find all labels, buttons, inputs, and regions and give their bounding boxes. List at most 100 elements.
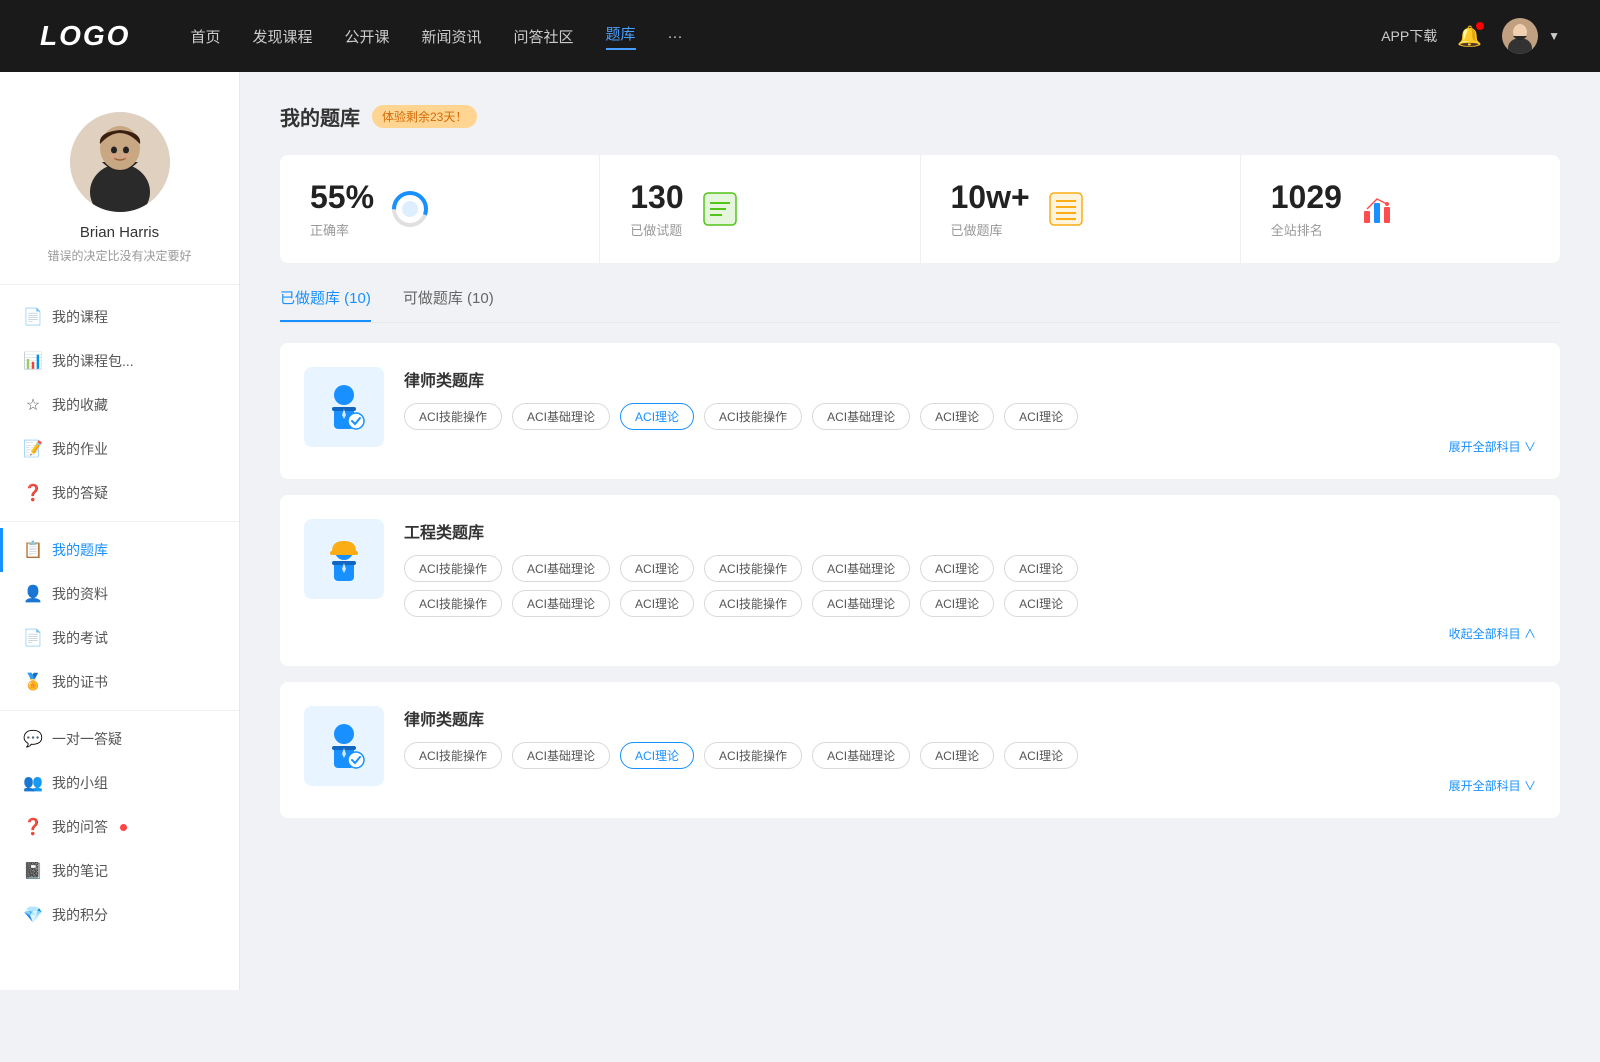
- nav-menu: 首页 发现课程 公开课 新闻资讯 问答社区 题库 ···: [190, 23, 1381, 50]
- accuracy-icon: [390, 189, 430, 229]
- bank-icon-engineer: [304, 519, 384, 599]
- points-icon: 💎: [24, 906, 42, 924]
- nav-home[interactable]: 首页: [190, 26, 220, 47]
- bank-card-lawyer-1: 律师类题库 ACI技能操作 ACI基础理论 ACI理论 ACI技能操作 ACI基…: [280, 343, 1560, 479]
- eng-tag-4[interactable]: ACI基础理论: [812, 555, 910, 582]
- bank-content-lawyer-2: 律师类题库 ACI技能操作 ACI基础理论 ACI理论 ACI技能操作 ACI基…: [404, 706, 1536, 794]
- bank-content-lawyer-1: 律师类题库 ACI技能操作 ACI基础理论 ACI理论 ACI技能操作 ACI基…: [404, 367, 1536, 455]
- eng2-tag-2[interactable]: ACI理论: [620, 590, 694, 617]
- profile-icon: 👤: [24, 585, 42, 603]
- sidebar-item-one-on-one[interactable]: 💬 一对一答疑: [0, 717, 239, 761]
- sidebar-item-profile[interactable]: 👤 我的资料: [0, 572, 239, 616]
- sidebar: Brian Harris 错误的决定比没有决定要好 📄 我的课程 📊 我的课程包…: [0, 72, 240, 990]
- l2-tag-2-active[interactable]: ACI理论: [620, 742, 694, 769]
- eng2-tag-4[interactable]: ACI基础理论: [812, 590, 910, 617]
- sidebar-item-notes[interactable]: 📓 我的笔记: [0, 849, 239, 893]
- sidebar-item-course-package[interactable]: 📊 我的课程包...: [0, 339, 239, 383]
- tags-row-engineer-1: ACI技能操作 ACI基础理论 ACI理论 ACI技能操作 ACI基础理论 AC…: [404, 555, 1536, 582]
- l2-tag-3[interactable]: ACI技能操作: [704, 742, 802, 769]
- tabs-row: 已做题库 (10) 可做题库 (10): [280, 287, 1560, 323]
- main-content: 我的题库 体验剩余23天！ 55% 正确率: [240, 72, 1600, 990]
- rank-value: 1029: [1271, 179, 1342, 216]
- l2-tag-0[interactable]: ACI技能操作: [404, 742, 502, 769]
- bank-icon-lawyer-1: [304, 367, 384, 447]
- stat-accuracy: 55% 正确率: [280, 155, 600, 263]
- tag-1[interactable]: ACI基础理论: [512, 403, 610, 430]
- eng-tag-2[interactable]: ACI理论: [620, 555, 694, 582]
- nav-news[interactable]: 新闻资讯: [422, 26, 482, 47]
- star-icon: ☆: [24, 396, 42, 414]
- nav-qa[interactable]: 问答社区: [514, 26, 574, 47]
- nav-questions[interactable]: 题库: [606, 23, 636, 50]
- sidebar-divider-2: [0, 710, 239, 711]
- sidebar-item-group[interactable]: 👥 我的小组: [0, 761, 239, 805]
- rank-icon: [1358, 189, 1398, 229]
- sidebar-item-questions[interactable]: ❓ 我的答疑: [0, 471, 239, 515]
- bank-content-engineer: 工程类题库 ACI技能操作 ACI基础理论 ACI理论 ACI技能操作 ACI基…: [404, 519, 1536, 642]
- page-wrapper: Brian Harris 错误的决定比没有决定要好 📄 我的课程 📊 我的课程包…: [0, 72, 1600, 990]
- tag-4[interactable]: ACI基础理论: [812, 403, 910, 430]
- app-download-link[interactable]: APP下载: [1381, 26, 1437, 46]
- done-questions-label: 已做试题: [630, 220, 683, 239]
- trial-badge: 体验剩余23天！: [372, 105, 477, 128]
- l2-tag-6[interactable]: ACI理论: [1004, 742, 1078, 769]
- sidebar-divider-1: [0, 521, 239, 522]
- nav-discover[interactable]: 发现课程: [252, 26, 312, 47]
- done-banks-icon: [1046, 189, 1086, 229]
- tab-available-banks[interactable]: 可做题库 (10): [403, 287, 494, 322]
- notification-badge: [1476, 22, 1484, 30]
- group-icon: 👥: [24, 774, 42, 792]
- tag-6[interactable]: ACI理论: [1004, 403, 1078, 430]
- tab-done-banks[interactable]: 已做题库 (10): [280, 287, 371, 322]
- stats-row: 55% 正确率 130 已做试题: [280, 155, 1560, 263]
- sidebar-item-question-bank[interactable]: 📋 我的题库: [0, 528, 239, 572]
- stat-rank: 1029 全站排名: [1241, 155, 1560, 263]
- bank-title-lawyer-2: 律师类题库: [404, 706, 1536, 730]
- page-header: 我的题库 体验剩余23天！: [280, 102, 1560, 131]
- notification-bell[interactable]: 🔔: [1457, 24, 1482, 49]
- tag-3[interactable]: ACI技能操作: [704, 403, 802, 430]
- user-menu[interactable]: ▼: [1502, 18, 1560, 54]
- sidebar-item-my-qa[interactable]: ❓ 我的问答: [0, 805, 239, 849]
- expand-link-lawyer-1[interactable]: 展开全部科目 ∨: [404, 438, 1536, 455]
- exam-icon: 📄: [24, 629, 42, 647]
- eng-tag-0[interactable]: ACI技能操作: [404, 555, 502, 582]
- bank-card-engineer: 工程类题库 ACI技能操作 ACI基础理论 ACI理论 ACI技能操作 ACI基…: [280, 495, 1560, 666]
- certificate-icon: 🏅: [24, 673, 42, 691]
- sidebar-item-favorites[interactable]: ☆ 我的收藏: [0, 383, 239, 427]
- sidebar-menu: 📄 我的课程 📊 我的课程包... ☆ 我的收藏 📝 我的作业 ❓ 我的答疑 �: [0, 285, 239, 947]
- tag-2-active[interactable]: ACI理论: [620, 403, 694, 430]
- profile-avatar: [70, 112, 170, 212]
- avatar: [1502, 18, 1538, 54]
- eng-tag-6[interactable]: ACI理论: [1004, 555, 1078, 582]
- eng2-tag-1[interactable]: ACI基础理论: [512, 590, 610, 617]
- eng2-tag-0[interactable]: ACI技能操作: [404, 590, 502, 617]
- done-questions-icon: [700, 189, 740, 229]
- nav-more[interactable]: ···: [668, 28, 683, 45]
- done-banks-label: 已做题库: [951, 220, 1030, 239]
- tag-5[interactable]: ACI理论: [920, 403, 994, 430]
- eng2-tag-5[interactable]: ACI理论: [920, 590, 994, 617]
- tag-0[interactable]: ACI技能操作: [404, 403, 502, 430]
- l2-tag-4[interactable]: ACI基础理论: [812, 742, 910, 769]
- eng-tag-1[interactable]: ACI基础理论: [512, 555, 610, 582]
- l2-tag-5[interactable]: ACI理论: [920, 742, 994, 769]
- collapse-link-engineer[interactable]: 收起全部科目 ∧: [404, 625, 1536, 642]
- eng-tag-3[interactable]: ACI技能操作: [704, 555, 802, 582]
- rank-label: 全站排名: [1271, 220, 1342, 239]
- sidebar-item-homework[interactable]: 📝 我的作业: [0, 427, 239, 471]
- logo[interactable]: LOGO: [40, 20, 130, 52]
- sidebar-item-my-course[interactable]: 📄 我的课程: [0, 295, 239, 339]
- page-title: 我的题库: [280, 102, 360, 131]
- eng2-tag-6[interactable]: ACI理论: [1004, 590, 1078, 617]
- expand-link-lawyer-2[interactable]: 展开全部科目 ∨: [404, 777, 1536, 794]
- nav-open-course[interactable]: 公开课: [344, 26, 389, 47]
- avatar-dropdown-icon: ▼: [1548, 29, 1560, 43]
- eng2-tag-3[interactable]: ACI技能操作: [704, 590, 802, 617]
- sidebar-item-exam[interactable]: 📄 我的考试: [0, 616, 239, 660]
- question-bank-icon: 📋: [24, 541, 42, 559]
- eng-tag-5[interactable]: ACI理论: [920, 555, 994, 582]
- sidebar-item-certificate[interactable]: 🏅 我的证书: [0, 660, 239, 704]
- l2-tag-1[interactable]: ACI基础理论: [512, 742, 610, 769]
- sidebar-item-points[interactable]: 💎 我的积分: [0, 893, 239, 937]
